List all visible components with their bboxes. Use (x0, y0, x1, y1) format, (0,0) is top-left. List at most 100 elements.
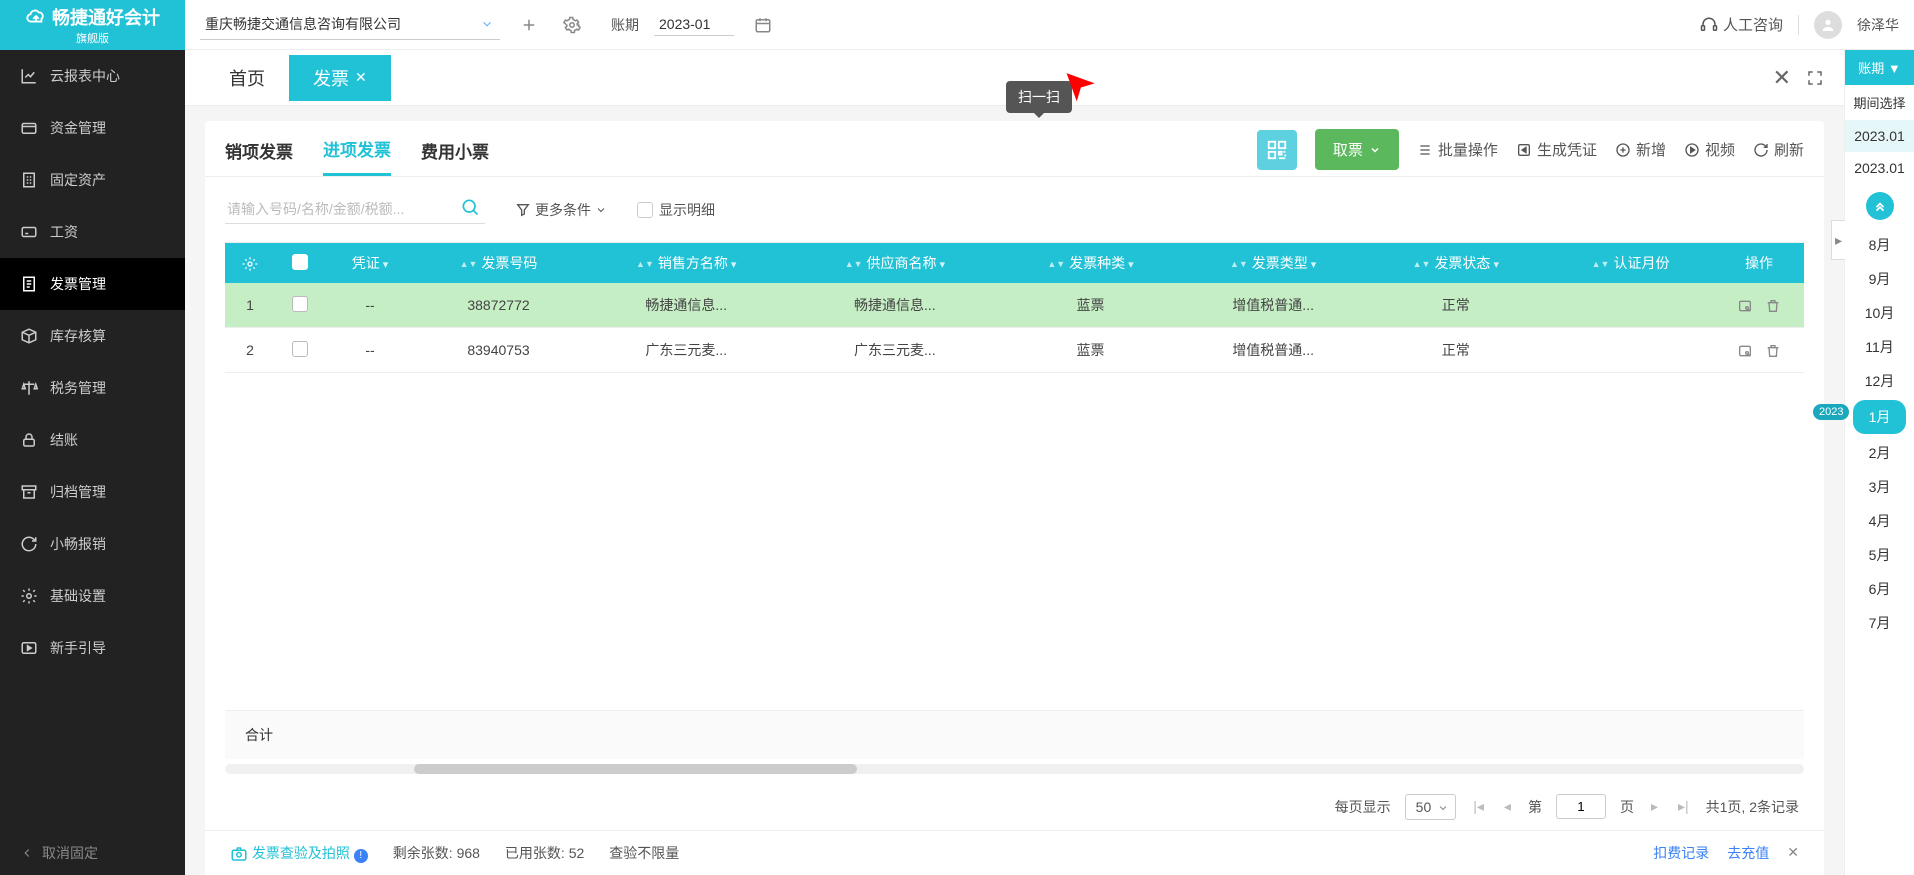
month-item[interactable]: 4月 (1845, 504, 1914, 538)
month-item[interactable]: 10月 (1845, 296, 1914, 330)
subtab-output[interactable]: 销项发票 (225, 138, 293, 175)
sidebar-item-report[interactable]: 云报表中心 (0, 50, 185, 102)
calendar-button[interactable] (749, 10, 777, 38)
sidebar-item-reimburse[interactable]: 小畅报销 (0, 518, 185, 570)
sidebar-item-guide[interactable]: 新手引导 (0, 622, 185, 674)
month-item[interactable]: 6月 (1845, 572, 1914, 606)
col-supplier[interactable]: ▲▼供应商名称▾ (791, 243, 1000, 283)
fetch-invoice-button[interactable]: 取票 (1315, 129, 1399, 170)
col-status[interactable]: ▲▼发票状态▾ (1364, 243, 1547, 283)
fee-record-link[interactable]: 扣费记录 (1653, 843, 1709, 863)
company-selector[interactable]: 重庆畅捷交通信息咨询有限公司 (200, 9, 500, 40)
rail-scroll-up[interactable] (1866, 192, 1894, 220)
video-button[interactable]: 视频 (1684, 139, 1735, 160)
username[interactable]: 徐泽华 (1857, 15, 1899, 35)
rail-collapse-handle[interactable]: ▸ (1831, 220, 1845, 260)
month-item[interactable]: 8月 (1845, 228, 1914, 262)
month-item[interactable]: 11月 (1845, 330, 1914, 364)
avatar[interactable] (1814, 11, 1842, 39)
search-icon (460, 197, 480, 217)
voucher-button[interactable]: 生成凭证 (1516, 139, 1597, 160)
sidebar-item-salary[interactable]: 工资 (0, 206, 185, 258)
recharge-link[interactable]: 去充值 (1727, 843, 1769, 863)
settings-button[interactable] (558, 10, 586, 38)
delete-button[interactable] (1765, 296, 1781, 313)
tab-close-button[interactable]: ✕ (355, 69, 367, 86)
sort-icon: ▲▼ (460, 261, 478, 267)
month-item[interactable]: 1月2023 (1853, 400, 1906, 434)
search-input[interactable] (225, 195, 485, 224)
subtab-input[interactable]: 进项发票 (323, 136, 391, 176)
rail-header-button[interactable]: 账期 ▼ (1845, 50, 1914, 85)
sidebar-item-settings[interactable]: 基础设置 (0, 570, 185, 622)
refresh-button[interactable]: 刷新 (1753, 139, 1804, 160)
batch-button[interactable]: 批量操作 (1417, 139, 1498, 160)
rail-range-from[interactable]: 2023.01 (1845, 120, 1914, 152)
footer-close-button[interactable]: ✕ (1787, 844, 1799, 861)
chart-icon (20, 67, 38, 85)
page-input[interactable] (1556, 794, 1606, 819)
show-detail-checkbox[interactable]: 显示明细 (637, 200, 715, 220)
sort-icon: ▲▼ (1592, 261, 1610, 267)
sidebar-label: 小畅报销 (50, 534, 106, 554)
row-select[interactable] (275, 328, 325, 373)
month-item[interactable]: 5月 (1845, 538, 1914, 572)
sidebar-item-invoice[interactable]: 发票管理 (0, 258, 185, 310)
view-button[interactable] (1737, 341, 1753, 358)
col-type[interactable]: ▲▼发票类型▾ (1182, 243, 1365, 283)
sidebar-item-assets[interactable]: 固定资产 (0, 154, 185, 206)
sidebar-item-close[interactable]: 结账 (0, 414, 185, 466)
filter-icon: ▾ (1311, 259, 1317, 271)
search-button[interactable] (460, 197, 480, 217)
sidebar-item-funds[interactable]: 资金管理 (0, 102, 185, 154)
refresh-label: 刷新 (1774, 139, 1804, 160)
last-page-button[interactable]: ▸| (1675, 795, 1692, 818)
sidebar-item-archive[interactable]: 归档管理 (0, 466, 185, 518)
table-row[interactable]: 1--38872772畅捷通信息...畅捷通信息...蓝票增值税普通...正常 (225, 283, 1804, 328)
month-item[interactable]: 7月 (1845, 606, 1914, 640)
col-seller[interactable]: ▲▼销售方名称▾ (582, 243, 791, 283)
more-conditions-button[interactable]: 更多条件 (515, 200, 607, 220)
month-item[interactable]: 12月 (1845, 364, 1914, 398)
col-select-all[interactable] (275, 243, 325, 283)
per-page-select[interactable]: 50 (1405, 794, 1457, 820)
horizontal-scrollbar[interactable] (225, 764, 1804, 774)
scrollbar-thumb[interactable] (414, 764, 856, 774)
support-link[interactable]: 人工咨询 (1700, 14, 1783, 35)
tab-invoice[interactable]: 发票 ✕ (289, 55, 391, 101)
sidebar-item-tax[interactable]: 税务管理 (0, 362, 185, 414)
close-all-button[interactable]: ✕ (1768, 60, 1796, 96)
subtab-expense[interactable]: 费用小票 (421, 138, 489, 175)
verify-photo-link[interactable]: 发票查验及拍照 ! (230, 843, 368, 863)
table-row[interactable]: 2--83940753广东三元麦...广东三元麦...蓝票增值税普通...正常 (225, 328, 1804, 373)
next-page-button[interactable]: ▸ (1648, 795, 1661, 818)
period-value[interactable]: 2023-01 (654, 13, 734, 36)
table-header-row: 凭证▾ ▲▼发票号码 ▲▼销售方名称▾ ▲▼供应商名称▾ ▲▼发票种类▾ ▲▼发… (225, 243, 1804, 283)
col-settings[interactable] (225, 243, 275, 283)
voucher-label: 生成凭证 (1537, 139, 1597, 160)
col-month[interactable]: ▲▼认证月份 (1547, 243, 1714, 283)
add-button[interactable]: 新增 (1615, 139, 1666, 160)
checkbox-label: 显示明细 (659, 200, 715, 220)
prev-page-button[interactable]: ◂ (1501, 795, 1514, 818)
row-select[interactable] (275, 283, 325, 328)
col-kind[interactable]: ▲▼发票种类▾ (999, 243, 1182, 283)
first-page-button[interactable]: |◂ (1470, 795, 1487, 818)
month-item[interactable]: 3月 (1845, 470, 1914, 504)
col-number[interactable]: ▲▼发票号码 (415, 243, 582, 283)
rail-range-to[interactable]: 2023.01 (1845, 152, 1914, 184)
tab-home[interactable]: 首页 (205, 55, 289, 101)
col-voucher[interactable]: 凭证▾ (325, 243, 415, 283)
fullscreen-button[interactable] (1806, 68, 1824, 86)
month-item[interactable]: 9月 (1845, 262, 1914, 296)
view-button[interactable] (1737, 296, 1753, 313)
scan-qr-button[interactable] (1257, 130, 1297, 170)
delete-button[interactable] (1765, 341, 1781, 358)
sidebar-label: 库存核算 (50, 326, 106, 346)
add-company-button[interactable] (515, 10, 543, 38)
month-item[interactable]: 2月 (1845, 436, 1914, 470)
sidebar-item-inventory[interactable]: 库存核算 (0, 310, 185, 362)
plus-circle-icon (1615, 142, 1631, 158)
brand-title: 畅捷通好会计 (25, 4, 160, 30)
sidebar-unpin[interactable]: 取消固定 (0, 831, 185, 875)
